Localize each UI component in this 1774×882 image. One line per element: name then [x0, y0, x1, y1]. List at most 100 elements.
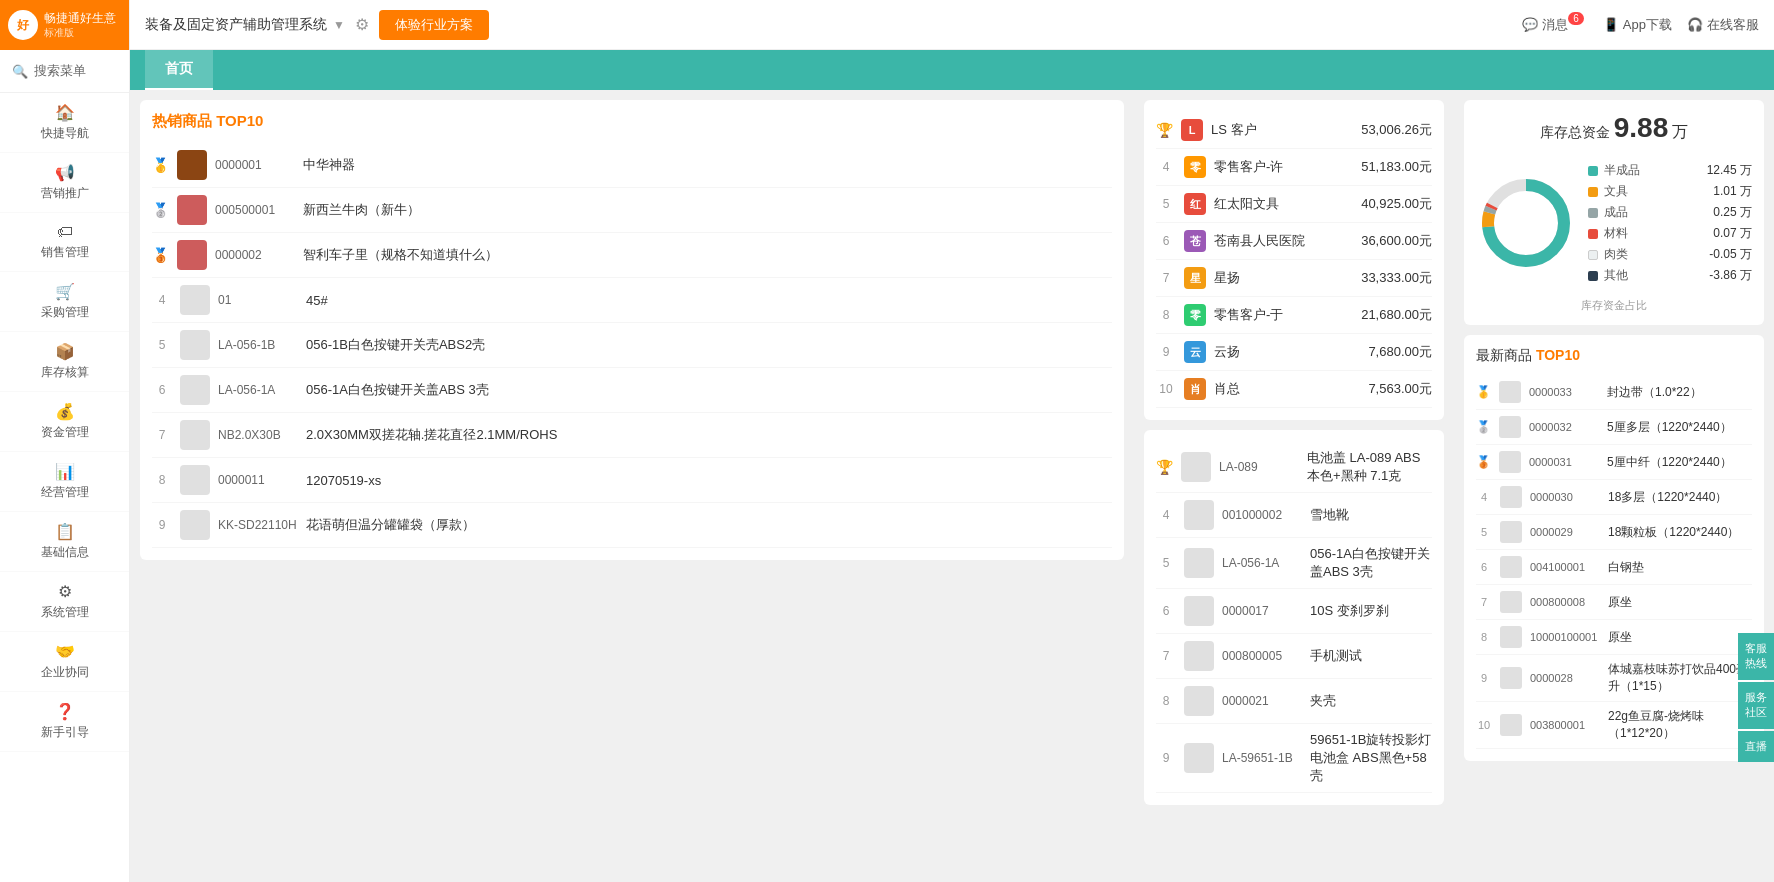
newest-item: 5 0000029 18颗粒板（1220*2440） [1476, 515, 1752, 550]
basic-info-icon: 📋 [55, 522, 75, 541]
sidebar-item-finance[interactable]: 💰 资金管理 [0, 392, 129, 452]
sidebar-search-area[interactable]: 🔍 搜索菜单 [0, 50, 129, 93]
legend-item: 肉类 -0.05 万 [1588, 244, 1752, 265]
product-thumbnail [180, 510, 210, 540]
product-item: 9 KK-SD22110H 花语萌但温分罐罐袋（厚款） [152, 503, 1112, 548]
product-item: 7 000800005 手机测试 [1156, 634, 1432, 679]
inventory-icon: 📦 [55, 342, 75, 361]
ranking-item: 9 云 云扬 7,680.00元 [1156, 334, 1432, 371]
guide-icon: ❓ [55, 702, 75, 721]
sidebar-item-guide[interactable]: ❓ 新手引导 [0, 692, 129, 752]
sidebar-item-collaboration[interactable]: 🤝 企业协同 [0, 632, 129, 692]
product-item: 🥈 000500001 新西兰牛肉（新牛） [152, 188, 1112, 233]
rank-num: 5 [152, 338, 172, 352]
rank-num: 10 [1156, 382, 1176, 396]
product-item: 4 001000002 雪地靴 [1156, 493, 1432, 538]
app-download-button[interactable]: 📱 App下载 [1603, 16, 1672, 34]
newest-thumbnail [1499, 416, 1521, 438]
dropdown-arrow-icon: ▼ [333, 18, 345, 32]
product-thumbnail [1184, 548, 1214, 578]
product-thumbnail [177, 195, 207, 225]
float-right-buttons: 客服热线 服务社区 直播 [1738, 633, 1774, 762]
rank-num: 7 [1156, 649, 1176, 663]
product-item: 🏆 LA-089 电池盖 LA-089 ABS本色+黑种 7.1克 [1156, 442, 1432, 493]
legend-item: 半成品 12.45 万 [1588, 160, 1752, 181]
mid-products-list: 🏆 LA-089 电池盖 LA-089 ABS本色+黑种 7.1克 4 0010… [1156, 442, 1432, 793]
rank-num: 6 [152, 383, 172, 397]
hot-products-card: 热销商品 TOP10 🥇 0000001 中华神器 🥈 000500001 新西… [140, 100, 1124, 560]
service-community-button[interactable]: 服务社区 [1738, 682, 1774, 729]
ranking-item: 🏆 L LS 客户 53,006.26元 [1156, 112, 1432, 149]
rank-badge-silver-icon: 🥈 [152, 202, 169, 218]
inventory-card: 库存总资金 9.88 万 [1464, 100, 1764, 325]
operations-icon: 📊 [55, 462, 75, 481]
rank-avatar: 云 [1184, 341, 1206, 363]
newest-thumbnail [1500, 486, 1522, 508]
sidebar-item-purchase[interactable]: 🛒 采购管理 [0, 272, 129, 332]
customer-service-button[interactable]: 客服热线 [1738, 633, 1774, 680]
left-panel: 热销商品 TOP10 🥇 0000001 中华神器 🥈 000500001 新西… [130, 90, 1134, 882]
topbar: 装备及固定资产辅助管理系统 ▼ ⚙ 体验行业方案 💬 消息 6 📱 App下载 … [130, 0, 1774, 50]
product-item: 4 01 45# [152, 278, 1112, 323]
online-service-button[interactable]: 🎧 在线客服 [1687, 16, 1759, 34]
product-thumbnail [177, 240, 207, 270]
product-item: 🥉 0000002 智利车子里（规格不知道填什么） [152, 233, 1112, 278]
finance-icon: 💰 [55, 402, 75, 421]
rank-num: 4 [1156, 160, 1176, 174]
bronze-trophy-icon: 🥉 [1476, 455, 1491, 469]
marketing-icon: 📢 [55, 163, 75, 182]
product-item: 6 0000017 10S 变刹罗刹 [1156, 589, 1432, 634]
right-panel: 库存总资金 9.88 万 [1454, 90, 1774, 882]
product-thumbnail [1184, 596, 1214, 626]
rank-avatar: 零 [1184, 304, 1206, 326]
product-thumbnail [1184, 641, 1214, 671]
donut-legend: 半成品 12.45 万 文具 1.01 万 成品 0.25 万 [1588, 160, 1752, 286]
sidebar-item-inventory[interactable]: 📦 库存核算 [0, 332, 129, 392]
customer-ranking-list: 🏆 L LS 客户 53,006.26元 4 零 零售客户-许 51,183.0… [1156, 112, 1432, 408]
hot-products-list: 🥇 0000001 中华神器 🥈 000500001 新西兰牛肉（新牛） 🥉 [152, 143, 1112, 548]
sidebar-item-basic-info[interactable]: 📋 基础信息 [0, 512, 129, 572]
newest-item: 🥈 0000032 5厘多层（1220*2440） [1476, 410, 1752, 445]
settings-icon[interactable]: ⚙ [355, 15, 369, 34]
newest-thumbnail [1500, 591, 1522, 613]
newest-thumbnail [1500, 556, 1522, 578]
sidebar-item-operations[interactable]: 📊 经营管理 [0, 452, 129, 512]
rank-num: 8 [1156, 308, 1176, 322]
legend-dot-other [1588, 271, 1598, 281]
product-thumbnail [180, 330, 210, 360]
newest-products-title: 最新商品 TOP10 [1476, 347, 1752, 365]
message-button[interactable]: 💬 消息 6 [1522, 16, 1588, 34]
rank-avatar: 零 [1184, 156, 1206, 178]
legend-item: 材料 0.07 万 [1588, 223, 1752, 244]
main-area: 装备及固定资产辅助管理系统 ▼ ⚙ 体验行业方案 💬 消息 6 📱 App下载 … [130, 0, 1774, 882]
silver-trophy-icon: 🥈 [1476, 420, 1491, 434]
system-selector[interactable]: 装备及固定资产辅助管理系统 ▼ [145, 16, 345, 34]
legend-dot-product [1588, 208, 1598, 218]
rank-num: 9 [1156, 345, 1176, 359]
newest-thumbnail [1500, 521, 1522, 543]
sidebar-item-marketing[interactable]: 📢 营销推广 [0, 153, 129, 213]
live-stream-button[interactable]: 直播 [1738, 731, 1774, 762]
product-thumbnail [180, 285, 210, 315]
gold-trophy-icon: 🏆 [1156, 459, 1173, 475]
tab-home[interactable]: 首页 [145, 50, 213, 90]
sidebar-item-system[interactable]: ⚙ 系统管理 [0, 572, 129, 632]
search-menu-button[interactable]: 🔍 搜索菜单 [8, 58, 121, 84]
rank-num: 5 [1156, 197, 1176, 211]
inventory-label: 库存资金占比 [1476, 298, 1752, 313]
rank-badge-bronze-icon: 🥉 [152, 247, 169, 263]
trial-button[interactable]: 体验行业方案 [379, 10, 489, 40]
customer-sales-card: 🏆 L LS 客户 53,006.26元 4 零 零售客户-许 51,183.0… [1144, 100, 1444, 420]
ranking-item: 10 肖 肖总 7,563.00元 [1156, 371, 1432, 408]
sidebar-item-quick-nav[interactable]: 🏠 快捷导航 [0, 93, 129, 153]
newest-item: 🥇 0000033 封边带（1.0*22） [1476, 375, 1752, 410]
sidebar-item-sales[interactable]: 🏷 销售管理 [0, 213, 129, 272]
sidebar-menu: 🏠 快捷导航 📢 营销推广 🏷 销售管理 🛒 采购管理 📦 库存核算 💰 资金管… [0, 93, 129, 882]
newest-thumbnail [1499, 451, 1521, 473]
newest-item: 6 004100001 白钢垫 [1476, 550, 1752, 585]
rank-num: 4 [1156, 508, 1176, 522]
logo-icon: 好 [8, 10, 38, 40]
system-name: 装备及固定资产辅助管理系统 [145, 16, 327, 34]
ranking-item: 5 红 红太阳文具 40,925.00元 [1156, 186, 1432, 223]
newest-thumbnail [1500, 667, 1522, 689]
